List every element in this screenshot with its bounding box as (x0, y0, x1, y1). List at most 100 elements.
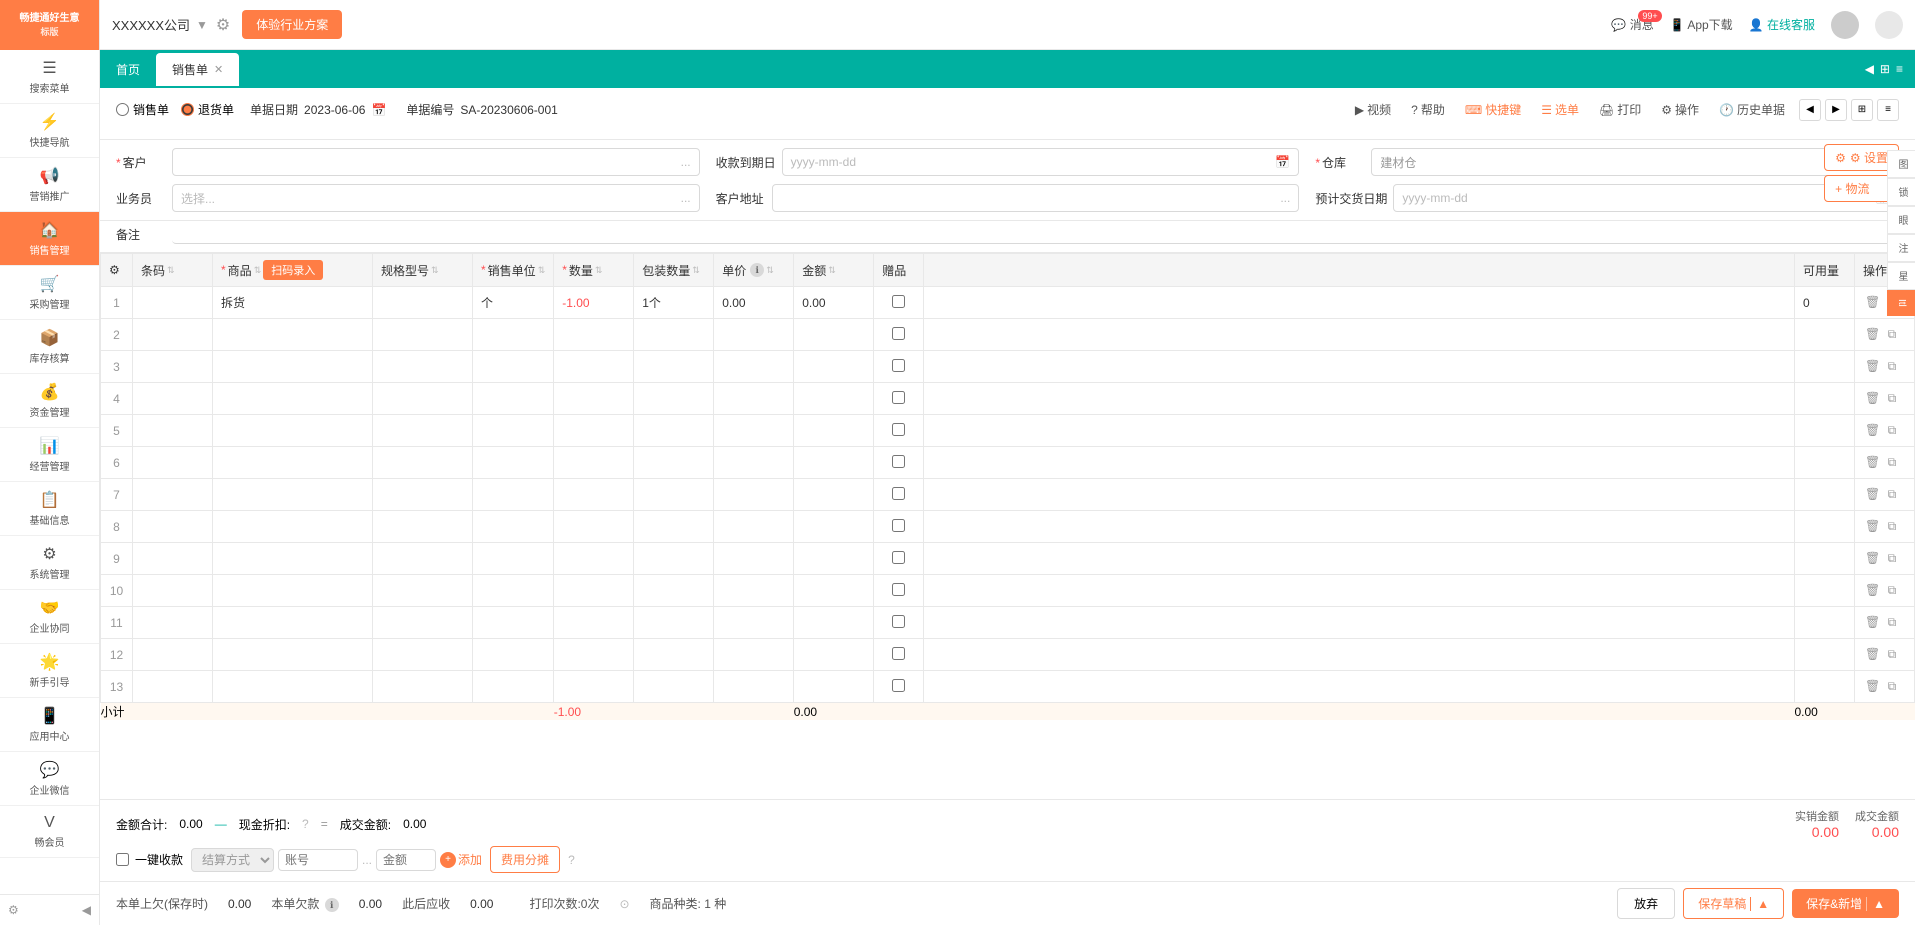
copy-icon[interactable]: ⧉ (1888, 583, 1897, 597)
row-barcode[interactable] (133, 287, 213, 319)
delete-icon[interactable]: 🗑 (1865, 423, 1880, 437)
row-gift[interactable] (874, 511, 924, 543)
view-list-icon[interactable]: ≡ (1877, 99, 1899, 121)
radio-sales[interactable]: 销售单 (116, 101, 169, 118)
row-price[interactable] (714, 671, 794, 703)
sidebar-item-enterprise[interactable]: 🤝企业协同 (0, 590, 99, 644)
sidebar-item-member[interactable]: V畅会员 (0, 806, 99, 858)
row-spec[interactable] (373, 671, 473, 703)
right-panel-btn-3[interactable]: 眼 (1887, 206, 1915, 234)
row-spec[interactable] (373, 607, 473, 639)
copy-icon[interactable]: ⧉ (1888, 647, 1897, 661)
topbar-gear-icon[interactable]: ⚙ (216, 15, 230, 35)
print-btn[interactable]: 🖨 打印 (1593, 98, 1647, 121)
payment-due-input[interactable]: yyyy-mm-dd 📅 (782, 148, 1300, 176)
select-btn[interactable]: ☰ 选单 (1535, 98, 1585, 121)
row-spec[interactable] (373, 287, 473, 319)
user-avatar[interactable] (1831, 11, 1859, 39)
row-quantity[interactable] (554, 575, 634, 607)
copy-icon[interactable]: ⧉ (1888, 679, 1897, 693)
message-btn[interactable]: 💬 消息 99+ (1611, 16, 1653, 33)
row-product[interactable] (213, 511, 373, 543)
delete-icon[interactable]: 🗑 (1865, 519, 1880, 533)
amount-input[interactable] (376, 849, 436, 871)
view-icon-1[interactable]: ◀ (1799, 99, 1821, 121)
delete-icon[interactable]: 🗑 (1865, 455, 1880, 469)
row-quantity[interactable] (554, 511, 634, 543)
row-spec[interactable] (373, 351, 473, 383)
radio-sales-input[interactable] (116, 103, 129, 116)
row-price[interactable] (714, 351, 794, 383)
row-product[interactable] (213, 543, 373, 575)
copy-icon[interactable]: ⧉ (1888, 487, 1897, 501)
right-panel-btn-6[interactable]: Itl (1887, 290, 1915, 316)
row-product[interactable] (213, 351, 373, 383)
row-gift[interactable] (874, 543, 924, 575)
row-gift[interactable] (874, 415, 924, 447)
copy-icon[interactable]: ⧉ (1888, 423, 1897, 437)
row-spec[interactable] (373, 319, 473, 351)
delete-icon[interactable]: 🗑 (1865, 327, 1880, 341)
experience-btn[interactable]: 体验行业方案 (242, 10, 342, 39)
row-price[interactable] (714, 511, 794, 543)
row-barcode[interactable] (133, 351, 213, 383)
row-gift[interactable] (874, 287, 924, 319)
copy-icon[interactable]: ⧉ (1888, 615, 1897, 629)
gift-checkbox[interactable] (892, 359, 905, 372)
copy-icon[interactable]: ⧉ (1888, 391, 1897, 405)
company-selector[interactable]: XXXXXX公司 ▼ (112, 15, 208, 34)
row-product[interactable]: 拆货 (213, 287, 373, 319)
delete-icon[interactable]: 🗑 (1865, 615, 1880, 629)
scan-btn[interactable]: 扫码录入 (263, 260, 323, 280)
row-product[interactable] (213, 671, 373, 703)
tab-sales-order[interactable]: 销售单 ✕ (156, 53, 239, 86)
row-product[interactable] (213, 575, 373, 607)
account-input[interactable] (278, 849, 358, 871)
row-barcode[interactable] (133, 319, 213, 351)
sidebar-item-operation[interactable]: 📊经营管理 (0, 428, 99, 482)
sidebar-item-wechat[interactable]: 💬企业微信 (0, 752, 99, 806)
delete-icon[interactable]: 🗑 (1865, 487, 1880, 501)
gift-checkbox[interactable] (892, 327, 905, 340)
row-spec[interactable] (373, 415, 473, 447)
settle-method-select[interactable]: 结算方式 (191, 848, 274, 872)
tab-close-icon[interactable]: ✕ (214, 63, 223, 76)
history-btn[interactable]: 🕐 历史单据 (1713, 98, 1791, 121)
payment-due-calendar-icon[interactable]: 📅 (1275, 155, 1290, 169)
row-gift[interactable] (874, 639, 924, 671)
delete-icon[interactable]: 🗑 (1865, 391, 1880, 405)
gift-checkbox[interactable] (892, 487, 905, 500)
sidebar-item-sales[interactable]: 🏠销售管理 (0, 212, 99, 266)
row-price[interactable] (714, 479, 794, 511)
row-product[interactable] (213, 383, 373, 415)
row-product[interactable] (213, 479, 373, 511)
gift-checkbox[interactable] (892, 583, 905, 596)
sidebar-item-finance[interactable]: 💰资金管理 (0, 374, 99, 428)
row-quantity[interactable] (554, 479, 634, 511)
row-barcode[interactable] (133, 415, 213, 447)
gift-checkbox[interactable] (892, 679, 905, 692)
th-settings[interactable]: ⚙ (101, 254, 133, 287)
row-spec[interactable] (373, 543, 473, 575)
radio-return-input[interactable] (181, 103, 194, 116)
row-quantity[interactable]: -1.00 (554, 287, 634, 319)
row-quantity[interactable] (554, 607, 634, 639)
row-barcode[interactable] (133, 671, 213, 703)
warehouse-input[interactable]: 建材仓 ... (1371, 148, 1899, 176)
row-quantity[interactable] (554, 671, 634, 703)
add-payment-btn[interactable]: + 添加 (440, 851, 482, 868)
tab-home[interactable]: 首页 (100, 53, 156, 86)
row-price[interactable] (714, 639, 794, 671)
row-product[interactable] (213, 607, 373, 639)
total-owe-info-icon[interactable]: ℹ (325, 898, 339, 912)
sidebar-item-basic[interactable]: 📋基础信息 (0, 482, 99, 536)
row-price[interactable] (714, 607, 794, 639)
customer-address-input[interactable]: ... (772, 184, 1300, 212)
view-grid-icon[interactable]: ⊞ (1851, 99, 1873, 121)
cash-discount-help[interactable]: ? (302, 817, 309, 831)
delivery-date-input[interactable]: yyyy-mm-dd 📅 (1393, 184, 1899, 212)
row-spec[interactable] (373, 575, 473, 607)
company-dropdown-icon[interactable]: ▼ (196, 18, 208, 32)
delete-icon[interactable]: 🗑 (1865, 647, 1880, 661)
sidebar-collapse-icon[interactable]: ◀ (82, 903, 91, 917)
